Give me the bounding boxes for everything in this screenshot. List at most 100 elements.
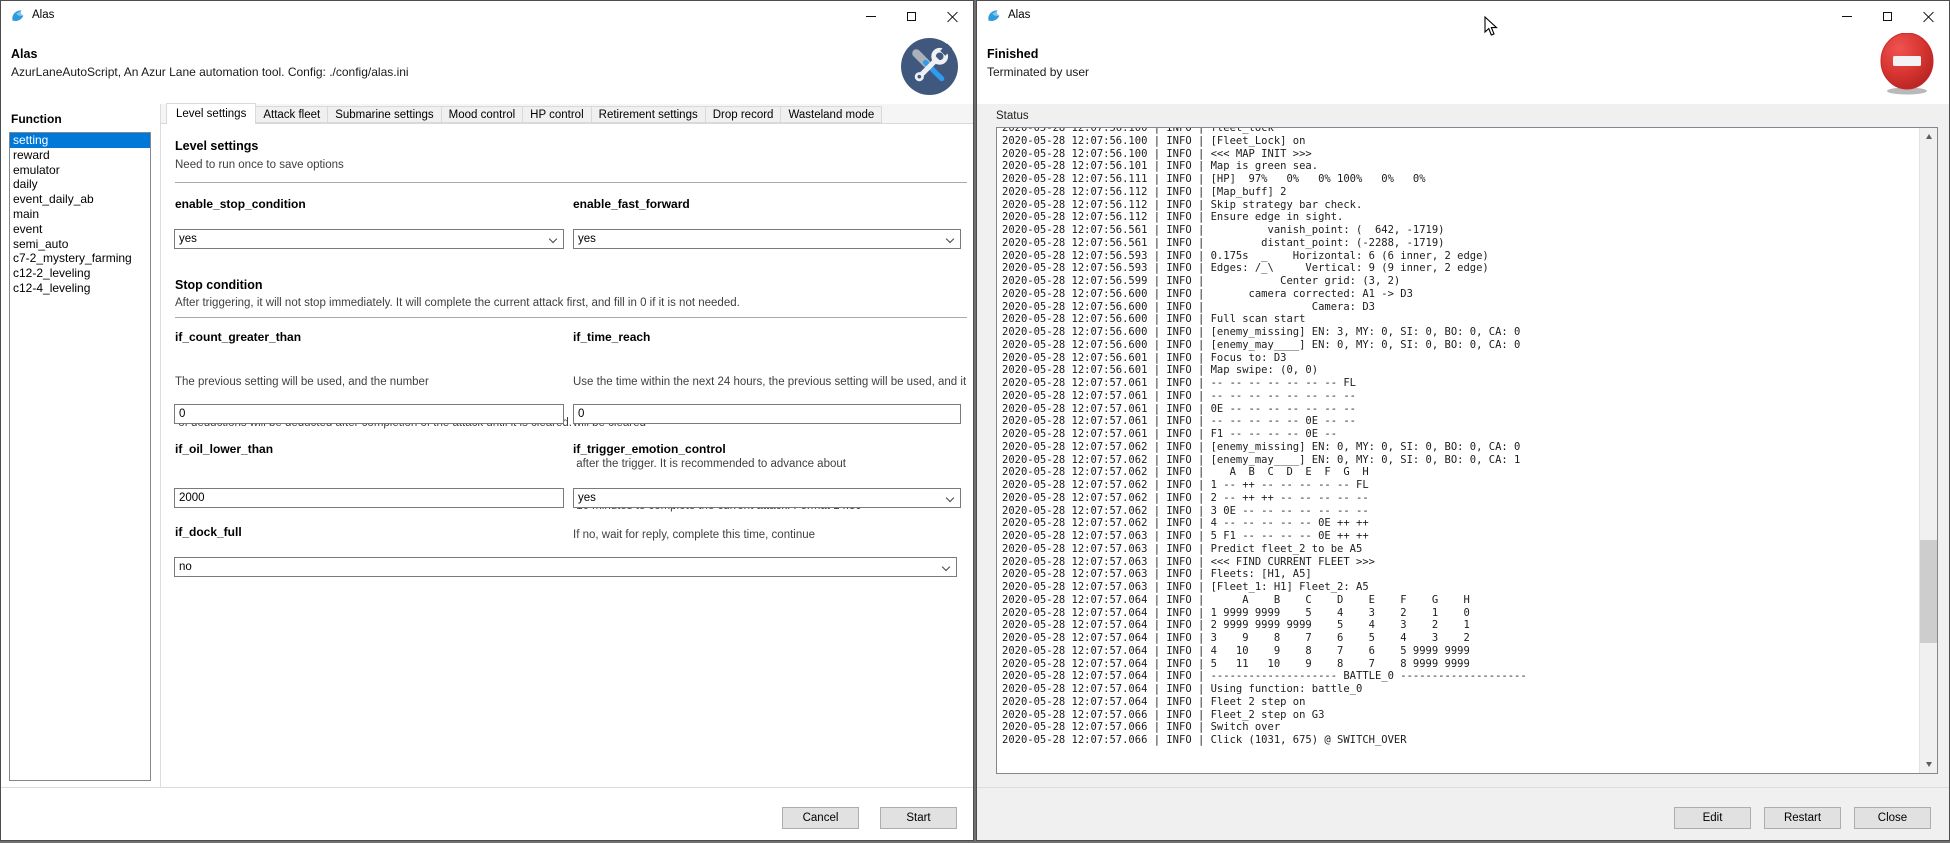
log-line: 2020-05-28 12:07:56.600 | INFO | camera … — [1002, 288, 1527, 301]
select-enable-stop-condition[interactable]: yes — [174, 229, 564, 249]
edit-button[interactable]: Edit — [1674, 807, 1751, 829]
window-controls — [850, 1, 973, 31]
log-line: 2020-05-28 12:07:57.063 | INFO | 5 F1 --… — [1002, 530, 1527, 543]
close-log-button[interactable]: Close — [1854, 807, 1931, 829]
tab-wasteland-mode[interactable]: Wasteland mode — [781, 106, 882, 123]
tab-submarine-settings[interactable]: Submarine settings — [328, 106, 441, 123]
minimize-icon — [1842, 16, 1852, 17]
scrollbar-thumb[interactable] — [1920, 540, 1937, 643]
select-enable-fast-forward[interactable]: yes — [573, 229, 961, 249]
minimize-button[interactable] — [850, 1, 891, 31]
page-subtitle: AzurLaneAutoScript, An Azur Lane automat… — [11, 65, 409, 79]
log-text: 2020-05-28 12:07:56.100 | INFO | fleet_l… — [1002, 127, 1527, 747]
sidebar-item-reward[interactable]: reward — [10, 148, 150, 163]
input-if-time-reach[interactable] — [573, 404, 961, 424]
log-line: 2020-05-28 12:07:57.062 | INFO | [enemy_… — [1002, 441, 1527, 454]
close-icon — [947, 11, 958, 22]
restart-button[interactable]: Restart — [1764, 807, 1841, 829]
chevron-down-icon — [946, 494, 954, 502]
minimize-button[interactable] — [1826, 1, 1867, 31]
sidebar-item-emulator[interactable]: emulator — [10, 163, 150, 178]
log-line: 2020-05-28 12:07:56.561 | INFO | distant… — [1002, 237, 1527, 250]
select-if-dock-full[interactable]: no — [174, 557, 957, 577]
scroll-up-button[interactable] — [1920, 128, 1937, 145]
arrow-up-icon — [1926, 134, 1932, 139]
log-line: 2020-05-28 12:07:56.593 | INFO | 0.175s … — [1002, 250, 1527, 263]
log-line: 2020-05-28 12:07:56.601 | INFO | Map swi… — [1002, 364, 1527, 377]
tab-drop-record[interactable]: Drop record — [706, 106, 782, 123]
sidebar-item-semi_auto[interactable]: semi_auto — [10, 237, 150, 252]
footer-divider — [977, 787, 1949, 788]
tab-mood-control[interactable]: Mood control — [442, 106, 523, 123]
tab-retirement-settings[interactable]: Retirement settings — [592, 106, 706, 123]
titlebar[interactable]: Alas — [1, 1, 973, 31]
select-value: yes — [578, 492, 596, 504]
maximize-button[interactable] — [891, 1, 932, 31]
section-desc-stop-condition: After triggering, it will not stop immed… — [175, 297, 740, 311]
sidebar-item-c12-2_leveling[interactable]: c12-2_leveling — [10, 266, 150, 281]
log-line: 2020-05-28 12:07:57.063 | INFO | Fleets:… — [1002, 568, 1527, 581]
log-line: 2020-05-28 12:07:57.064 | INFO | 5 11 10… — [1002, 658, 1527, 671]
function-list[interactable]: settingrewardemulatordailyevent_daily_ab… — [9, 132, 151, 781]
sidebar-item-c7-2_mystery_farming[interactable]: c7-2_mystery_farming — [10, 251, 150, 266]
alas-logo-icon — [10, 8, 26, 24]
log-line: 2020-05-28 12:07:56.112 | INFO | Ensure … — [1002, 211, 1527, 224]
section-title-stop-condition: Stop condition — [175, 278, 262, 292]
scroll-down-button[interactable] — [1920, 756, 1937, 773]
cancel-button[interactable]: Cancel — [782, 807, 859, 829]
label-enable-fast-forward: enable_fast_forward — [573, 197, 690, 211]
log-line: 2020-05-28 12:07:57.064 | INFO | -------… — [1002, 670, 1527, 683]
log-line: 2020-05-28 12:07:57.064 | INFO | 3 9 8 7… — [1002, 632, 1527, 645]
tab-attack-fleet[interactable]: Attack fleet — [256, 106, 328, 123]
scrollbar[interactable] — [1919, 128, 1937, 773]
log-line: 2020-05-28 12:07:56.111 | INFO | [HP] 97… — [1002, 173, 1527, 186]
log-line: 2020-05-28 12:07:57.064 | INFO | 1 9999 … — [1002, 607, 1527, 620]
log-line: 2020-05-28 12:07:56.600 | INFO | Full sc… — [1002, 313, 1527, 326]
log-line: 2020-05-28 12:07:57.062 | INFO | 3 0E --… — [1002, 505, 1527, 518]
maximize-button[interactable] — [1867, 1, 1908, 31]
label-if-oil-lower-than: if_oil_lower_than — [175, 442, 273, 456]
log-line: 2020-05-28 12:07:56.600 | INFO | [enemy_… — [1002, 339, 1527, 352]
label-enable-stop-condition: enable_stop_condition — [175, 197, 306, 211]
stop-icon — [1880, 33, 1934, 95]
window-title: Alas — [32, 9, 54, 21]
log-line: 2020-05-28 12:07:57.061 | INFO | F1 -- -… — [1002, 428, 1527, 441]
sidebar-item-event_daily_ab[interactable]: event_daily_ab — [10, 192, 150, 207]
tab-level-settings[interactable]: Level settings — [166, 103, 256, 124]
log-viewport[interactable]: 2020-05-28 12:07:56.100 | INFO | fleet_l… — [996, 127, 1938, 774]
window-title: Alas — [1008, 9, 1030, 21]
sidebar-item-daily[interactable]: daily — [10, 177, 150, 192]
divider — [175, 182, 967, 183]
select-value: yes — [179, 233, 197, 245]
log-line: 2020-05-28 12:07:57.064 | INFO | A B C D… — [1002, 594, 1527, 607]
sidebar-item-c12-4_leveling[interactable]: c12-4_leveling — [10, 281, 150, 296]
log-line: 2020-05-28 12:07:56.112 | INFO | Skip st… — [1002, 199, 1527, 212]
log-line: 2020-05-28 12:07:57.064 | INFO | 2 9999 … — [1002, 619, 1527, 632]
close-button[interactable] — [1908, 1, 1949, 31]
tab-hp-control[interactable]: HP control — [523, 106, 591, 123]
chevron-down-icon — [549, 235, 557, 243]
close-button[interactable] — [932, 1, 973, 31]
log-line: 2020-05-28 12:07:57.066 | INFO | Click (… — [1002, 734, 1527, 747]
maximize-icon — [907, 12, 916, 21]
titlebar[interactable]: Alas — [977, 1, 1949, 31]
input-if-count-greater-than[interactable] — [174, 404, 564, 424]
sidebar-item-setting[interactable]: setting — [10, 133, 150, 148]
select-if-trigger-emotion-control[interactable]: yes — [573, 488, 961, 508]
start-button[interactable]: Start — [880, 807, 957, 829]
input-if-oil-lower-than[interactable] — [174, 488, 564, 508]
page-title: Alas — [11, 47, 37, 61]
log-line: 2020-05-28 12:07:56.600 | INFO | [enemy_… — [1002, 326, 1527, 339]
function-panel-title: Function — [11, 112, 62, 126]
log-line: 2020-05-28 12:07:57.063 | INFO | Predict… — [1002, 543, 1527, 556]
log-line: 2020-05-28 12:07:57.063 | INFO | [Fleet_… — [1002, 581, 1527, 594]
section-desc-level-settings: Need to run once to save options — [175, 159, 344, 173]
section-title-level-settings: Level settings — [175, 139, 258, 153]
sidebar-item-main[interactable]: main — [10, 207, 150, 222]
divider — [175, 317, 967, 318]
select-value: yes — [578, 233, 596, 245]
alas-config-window: Alas Alas AzurLaneAutoScript, An Azur La… — [0, 0, 974, 841]
log-line: 2020-05-28 12:07:57.064 | INFO | Using f… — [1002, 683, 1527, 696]
maximize-icon — [1883, 12, 1892, 21]
sidebar-item-event[interactable]: event — [10, 222, 150, 237]
